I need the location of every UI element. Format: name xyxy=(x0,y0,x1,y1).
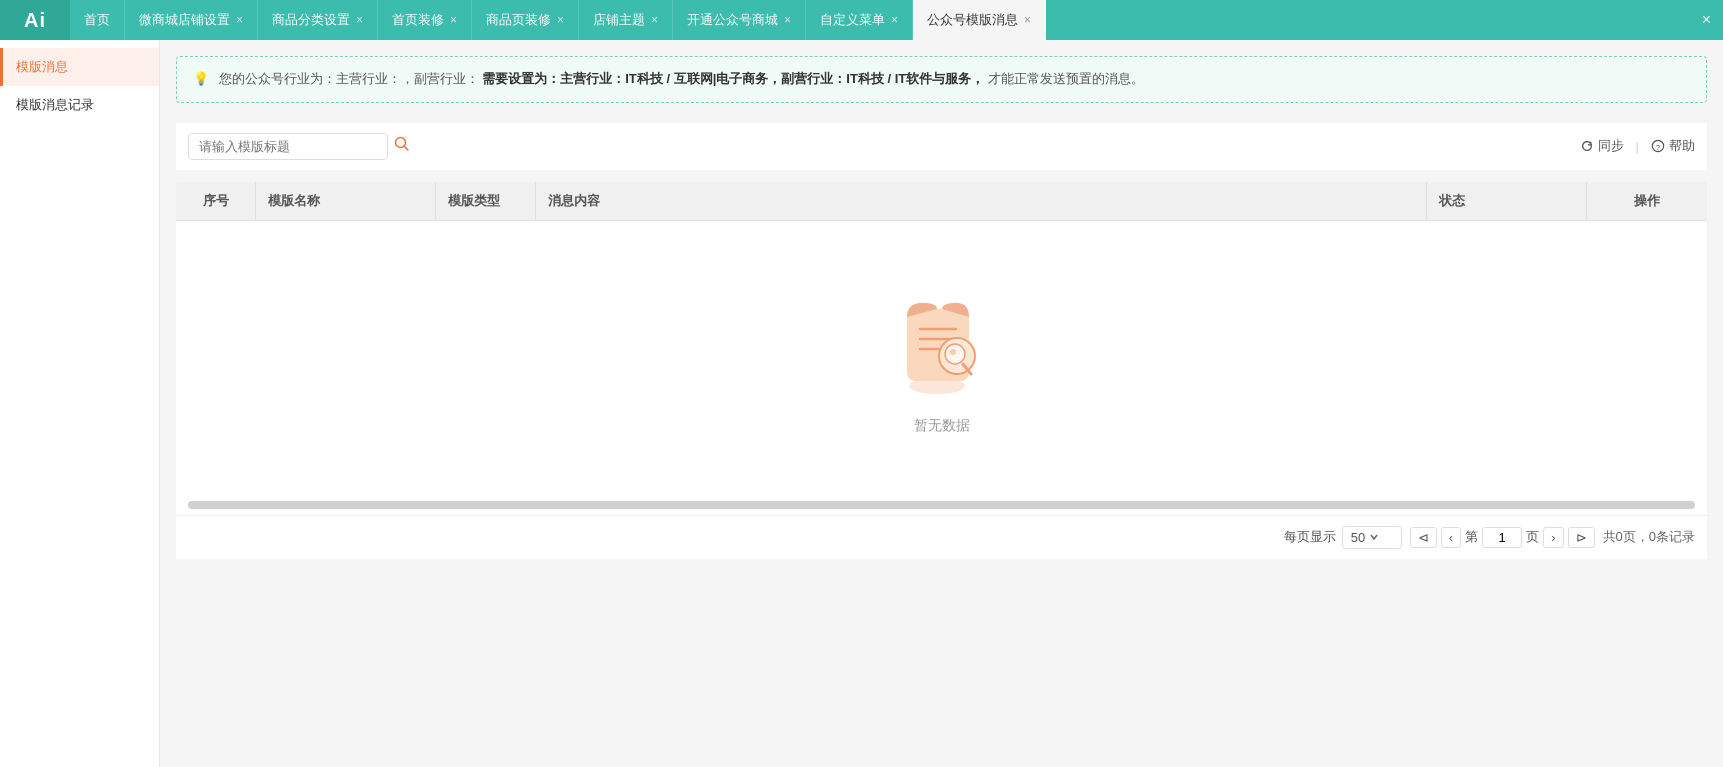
close-tab-2[interactable]: × xyxy=(356,14,363,26)
th-status: 状态 xyxy=(1427,182,1587,220)
per-page-value: 50 xyxy=(1351,530,1365,545)
chevron-down-icon xyxy=(1369,532,1379,542)
th-type: 模版类型 xyxy=(436,182,536,220)
close-tab-5[interactable]: × xyxy=(651,14,658,26)
th-name: 模版名称 xyxy=(256,182,436,220)
first-page-button[interactable]: ⊲ xyxy=(1410,527,1437,548)
top-nav: Ai 首页 微商城店铺设置 × 商品分类设置 × 首页装修 × 商品页装修 × … xyxy=(0,0,1723,40)
nav-tab-5[interactable]: 店铺主题 × xyxy=(579,0,673,40)
nav-tabs: 首页 微商城店铺设置 × 商品分类设置 × 首页装修 × 商品页装修 × 店铺主… xyxy=(70,0,1690,40)
help-button[interactable]: ? 帮助 xyxy=(1651,137,1695,155)
nav-tab-1[interactable]: 微商城店铺设置 × xyxy=(125,0,258,40)
close-tab-1[interactable]: × xyxy=(236,14,243,26)
search-button[interactable] xyxy=(394,136,410,156)
data-table: 序号 模版名称 模版类型 消息内容 状态 操作 xyxy=(176,182,1707,559)
search-input[interactable] xyxy=(188,133,388,160)
page-size-selector: 每页显示 50 xyxy=(1284,526,1402,549)
nav-tab-8[interactable]: 公众号模版消息 × xyxy=(913,0,1046,40)
notice-suffix: 才能正常发送预置的消息。 xyxy=(988,71,1144,86)
pagination: 每页显示 50 ⊲ ‹ 第 页 xyxy=(176,515,1707,559)
total-label: 共0页，0条记录 xyxy=(1603,528,1695,546)
sync-icon xyxy=(1580,139,1594,153)
toolbar-divider: | xyxy=(1636,139,1639,154)
notice-bold: 需要设置为：主营行业：IT科技 / 互联网|电子商务，副营行业：IT科技 / I… xyxy=(482,71,984,86)
toolbar: 同步 | ? 帮助 xyxy=(176,123,1707,170)
table-header: 序号 模版名称 模版类型 消息内容 状态 操作 xyxy=(176,182,1707,221)
help-icon: ? xyxy=(1651,139,1665,153)
scroll-row xyxy=(176,495,1707,515)
sidebar-item-template-message[interactable]: 模版消息 xyxy=(0,48,159,86)
sync-button[interactable]: 同步 xyxy=(1580,137,1624,155)
nav-tab-3[interactable]: 首页装修 × xyxy=(378,0,472,40)
th-index: 序号 xyxy=(176,182,256,220)
notice-icon: 💡 xyxy=(193,71,209,86)
nav-tab-4[interactable]: 商品页装修 × xyxy=(472,0,579,40)
sidebar-item-template-message-record[interactable]: 模版消息记录 xyxy=(0,86,159,124)
search-icon xyxy=(394,136,410,152)
notice-box: 💡 您的公众号行业为：主营行业：，副营行业： 需要设置为：主营行业：IT科技 /… xyxy=(176,56,1707,103)
content-area: 💡 您的公众号行业为：主营行业：，副营行业： 需要设置为：主营行业：IT科技 /… xyxy=(160,40,1723,767)
empty-illustration xyxy=(882,281,1002,401)
svg-text:?: ? xyxy=(1656,143,1661,152)
svg-point-12 xyxy=(950,349,956,355)
svg-line-1 xyxy=(405,147,409,151)
empty-state: 暂无数据 xyxy=(176,221,1707,495)
page-navigation: ⊲ ‹ 第 页 › ⊳ xyxy=(1410,527,1595,548)
nav-tab-home[interactable]: 首页 xyxy=(70,0,125,40)
last-page-button[interactable]: ⊳ xyxy=(1568,527,1595,548)
main-layout: 模版消息 模版消息记录 💡 您的公众号行业为：主营行业：，副营行业： 需要设置为… xyxy=(0,40,1723,767)
app-logo: Ai xyxy=(0,0,70,40)
next-page-button[interactable]: › xyxy=(1543,527,1563,548)
per-page-select[interactable]: 50 xyxy=(1342,526,1402,549)
nav-tab-7[interactable]: 自定义菜单 × xyxy=(806,0,913,40)
search-area xyxy=(188,133,410,160)
th-action: 操作 xyxy=(1587,182,1707,220)
page-pre-label: 第 xyxy=(1465,528,1478,546)
toolbar-right: 同步 | ? 帮助 xyxy=(1580,137,1695,155)
close-all-tabs-button[interactable]: × xyxy=(1690,11,1723,29)
page-number-input[interactable] xyxy=(1482,527,1522,548)
th-content: 消息内容 xyxy=(536,182,1427,220)
horizontal-scrollbar[interactable] xyxy=(188,501,1695,509)
close-tab-8[interactable]: × xyxy=(1024,14,1031,26)
close-tab-3[interactable]: × xyxy=(450,14,457,26)
page-suf-label: 页 xyxy=(1526,528,1539,546)
empty-text: 暂无数据 xyxy=(914,417,970,435)
close-tab-6[interactable]: × xyxy=(784,14,791,26)
prev-page-button[interactable]: ‹ xyxy=(1441,527,1461,548)
close-tab-7[interactable]: × xyxy=(891,14,898,26)
notice-prefix: 您的公众号行业为：主营行业：，副营行业： xyxy=(219,71,479,86)
sidebar: 模版消息 模版消息记录 xyxy=(0,40,160,767)
close-tab-4[interactable]: × xyxy=(557,14,564,26)
nav-tab-2[interactable]: 商品分类设置 × xyxy=(258,0,378,40)
per-page-label: 每页显示 xyxy=(1284,528,1336,546)
nav-tab-6[interactable]: 开通公众号商城 × xyxy=(673,0,806,40)
